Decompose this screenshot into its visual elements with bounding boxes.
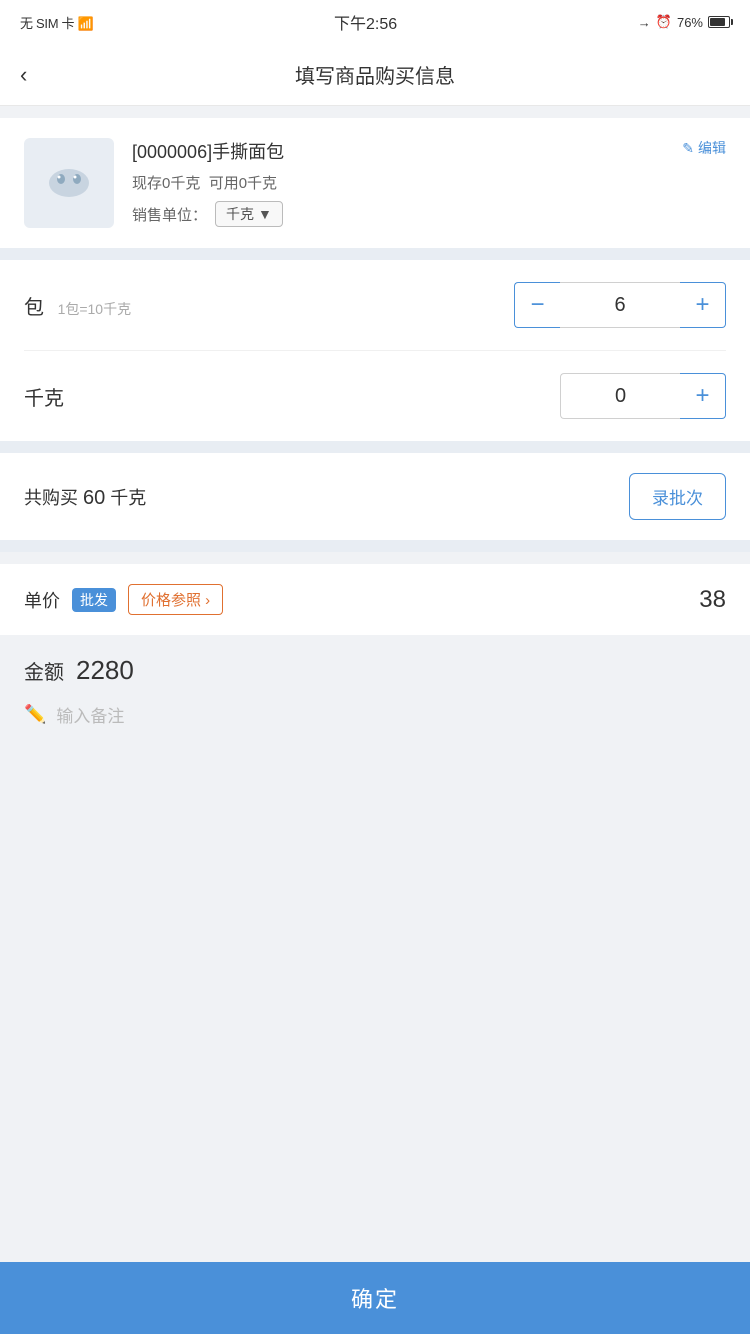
product-logo-icon xyxy=(45,159,93,207)
amount-row: 金额 2280 xyxy=(24,655,726,686)
product-info: [0000006]手撕面包 ✎ 编辑 现存0千克 可用0千克 销售单位： 千克 … xyxy=(132,138,726,227)
quantity-controls-bao: − + xyxy=(514,282,726,328)
price-reference-button[interactable]: 价格参照 › xyxy=(128,584,223,615)
note-row[interactable]: ✏️ 输入备注 xyxy=(24,702,726,727)
status-bar: 无 SIM 卡 📶 下午2:56 → ⏰ 76% xyxy=(0,0,750,44)
quantity-hint-bao: 1包=10千克 xyxy=(58,301,132,317)
edit-button[interactable]: ✎ 编辑 xyxy=(682,138,726,158)
quantity-controls-kg: + xyxy=(560,373,726,419)
alarm-icon: ⏰ xyxy=(656,14,672,30)
status-time: 下午2:56 xyxy=(334,10,397,34)
product-name: [0000006]手撕面包 xyxy=(132,138,284,164)
content-area xyxy=(0,739,750,1079)
nav-bar: ‹ 填写商品购买信息 xyxy=(0,44,750,106)
quantity-section: 包 1包=10千克 − + 千克 + xyxy=(0,260,750,441)
confirm-button[interactable]: 确定 xyxy=(0,1262,750,1334)
amount-value: 2280 xyxy=(76,655,134,686)
back-button[interactable]: ‹ xyxy=(20,62,27,88)
product-stock: 现存0千克 可用0千克 xyxy=(132,172,726,193)
separator-3 xyxy=(0,540,750,552)
batch-button[interactable]: 录批次 xyxy=(629,473,726,520)
pencil-icon: ✏️ xyxy=(24,704,46,725)
quantity-input-kg[interactable] xyxy=(560,373,680,419)
note-placeholder: 输入备注 xyxy=(56,702,124,727)
product-unit: 销售单位： 千克 ▼ xyxy=(132,201,726,227)
increase-kg-button[interactable]: + xyxy=(680,373,726,419)
price-section: 单价 批发 价格参照 › 38 xyxy=(0,564,750,635)
page-title: 填写商品购买信息 xyxy=(295,60,455,89)
battery-icon xyxy=(708,16,730,28)
quantity-row-kg: 千克 + xyxy=(24,351,726,441)
product-image xyxy=(24,138,114,228)
decrease-bao-button[interactable]: − xyxy=(514,282,560,328)
amount-label: 金额 xyxy=(24,656,64,685)
summary-amount: 60 xyxy=(83,487,105,509)
unit-dropdown[interactable]: 千克 ▼ xyxy=(215,201,283,227)
battery-label: 76% xyxy=(677,15,703,30)
separator-1 xyxy=(0,248,750,260)
summary-text: 共购买 60 千克 xyxy=(24,484,146,510)
price-value: 38 xyxy=(699,586,726,614)
chevron-down-icon: ▼ xyxy=(258,206,272,222)
quantity-label-bao: 包 1包=10千克 xyxy=(24,291,514,320)
summary-section: 共购买 60 千克 录批次 xyxy=(0,453,750,540)
quantity-input-bao[interactable] xyxy=(560,282,680,328)
location-icon: → xyxy=(638,15,651,30)
product-card: [0000006]手撕面包 ✎ 编辑 现存0千克 可用0千克 销售单位： 千克 … xyxy=(0,118,750,248)
status-right: → ⏰ 76% xyxy=(638,14,730,30)
quantity-label-kg: 千克 xyxy=(24,382,560,411)
quantity-row-bao: 包 1包=10千克 − + xyxy=(24,260,726,351)
price-type-badge: 批发 xyxy=(72,588,116,612)
edit-icon: ✎ xyxy=(682,140,694,157)
status-carrier: 无 SIM 卡 📶 xyxy=(20,13,93,32)
increase-bao-button[interactable]: + xyxy=(680,282,726,328)
price-label: 单价 xyxy=(24,587,60,613)
separator-2 xyxy=(0,441,750,453)
amount-section: 金额 2280 ✏️ 输入备注 xyxy=(0,635,750,739)
confirm-label: 确定 xyxy=(351,1282,399,1314)
